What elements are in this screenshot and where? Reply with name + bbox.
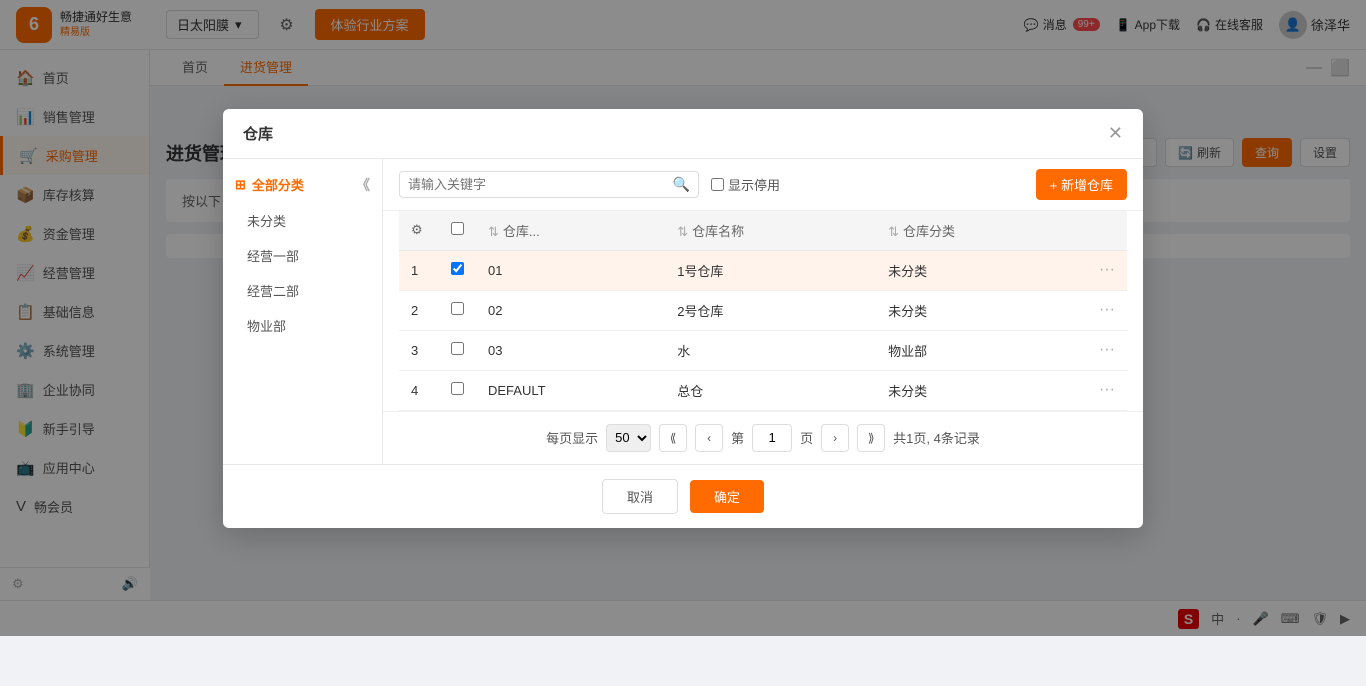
row-num: 1 — [399, 250, 439, 290]
row-checkbox[interactable] — [451, 382, 464, 395]
row-name: 1号仓库 — [665, 250, 876, 290]
modal-toolbar: 🔍 显示停用 + 新增仓库 — [383, 159, 1143, 211]
cancel-button[interactable]: 取消 — [602, 479, 678, 514]
row-num: 3 — [399, 330, 439, 370]
row-name: 2号仓库 — [665, 290, 876, 330]
row-more[interactable]: ··· — [1087, 250, 1127, 290]
th-checkbox[interactable] — [439, 211, 476, 251]
table-header-row: ⚙ ⇅仓库... ⇅仓库名称 ⇅仓库分类 — [399, 211, 1127, 251]
page-label: 第 — [731, 428, 744, 447]
more-icon[interactable]: ··· — [1099, 261, 1115, 278]
row-checkbox[interactable] — [451, 302, 464, 315]
row-category: 物业部 — [876, 330, 1087, 370]
row-more[interactable]: ··· — [1087, 330, 1127, 370]
row-code: 03 — [476, 330, 665, 370]
modal-overlay: 仓库 ✕ ⊞ 全部分类 《 未分类 经营一部 经营二部 物业部 — [0, 0, 1366, 636]
settings-col-icon: ⚙ — [411, 222, 423, 237]
warehouse-table-element: ⚙ ⇅仓库... ⇅仓库名称 ⇅仓库分类 — [399, 211, 1127, 411]
row-name: 总仓 — [665, 370, 876, 410]
table-row[interactable]: 4 DEFAULT 总仓 未分类 ··· — [399, 370, 1127, 410]
search-input[interactable] — [408, 177, 673, 192]
modal-main: 🔍 显示停用 + 新增仓库 ⚙ — [383, 159, 1143, 464]
total-info: 共1页, 4条记录 — [893, 428, 980, 447]
page-number-input[interactable] — [752, 424, 792, 452]
warehouse-table: ⚙ ⇅仓库... ⇅仓库名称 ⇅仓库分类 — [383, 211, 1143, 411]
row-checkbox[interactable] — [451, 262, 464, 275]
row-code: 01 — [476, 250, 665, 290]
more-icon[interactable]: ··· — [1099, 301, 1115, 318]
search-icon[interactable]: 🔍 — [673, 176, 690, 193]
row-num: 2 — [399, 290, 439, 330]
modal-close-button[interactable]: ✕ — [1108, 124, 1123, 142]
page-size-select[interactable]: 50 — [606, 424, 651, 452]
category-item-unclassified[interactable]: 未分类 — [223, 203, 382, 238]
row-checkbox-cell[interactable] — [439, 250, 476, 290]
row-checkbox-cell[interactable] — [439, 330, 476, 370]
sort-icon-name: ⇅ — [677, 224, 688, 239]
category-item-dept2[interactable]: 经营二部 — [223, 273, 382, 308]
warehouse-modal: 仓库 ✕ ⊞ 全部分类 《 未分类 经营一部 经营二部 物业部 — [223, 109, 1143, 528]
last-page-button[interactable]: ⟫ — [857, 424, 885, 452]
row-more[interactable]: ··· — [1087, 290, 1127, 330]
row-category: 未分类 — [876, 250, 1087, 290]
row-category: 未分类 — [876, 290, 1087, 330]
th-warehouse-category[interactable]: ⇅仓库分类 — [876, 211, 1087, 251]
modal-title: 仓库 — [243, 123, 273, 144]
more-icon[interactable]: ··· — [1099, 341, 1115, 358]
row-num: 4 — [399, 370, 439, 410]
page-unit: 页 — [800, 428, 813, 447]
modal-pagination: 每页显示 50 ⟪ ‹ 第 页 › ⟫ 共1页, 4条记录 — [383, 411, 1143, 464]
table-row[interactable]: 2 02 2号仓库 未分类 ··· — [399, 290, 1127, 330]
row-code: 02 — [476, 290, 665, 330]
show-disabled-checkbox[interactable]: 显示停用 — [711, 175, 780, 194]
prev-page-button[interactable]: ‹ — [695, 424, 723, 452]
collapse-button[interactable]: 《 — [356, 175, 370, 195]
new-warehouse-button[interactable]: + 新增仓库 — [1036, 169, 1127, 200]
row-code: DEFAULT — [476, 370, 665, 410]
table-row[interactable]: 1 01 1号仓库 未分类 ··· — [399, 250, 1127, 290]
category-sidebar: ⊞ 全部分类 《 未分类 经营一部 经营二部 物业部 — [223, 159, 383, 464]
row-checkbox-cell[interactable] — [439, 290, 476, 330]
table-row[interactable]: 3 03 水 物业部 ··· — [399, 330, 1127, 370]
modal-footer: 取消 确定 — [223, 464, 1143, 528]
row-name: 水 — [665, 330, 876, 370]
row-category: 未分类 — [876, 370, 1087, 410]
th-settings[interactable]: ⚙ — [399, 211, 439, 251]
row-checkbox[interactable] — [451, 342, 464, 355]
modal-header: 仓库 ✕ — [223, 109, 1143, 159]
grid-icon: ⊞ — [235, 177, 246, 193]
row-more[interactable]: ··· — [1087, 370, 1127, 410]
category-item-property[interactable]: 物业部 — [223, 308, 382, 343]
select-all-checkbox[interactable] — [451, 222, 464, 235]
th-actions — [1087, 211, 1127, 251]
th-warehouse-name[interactable]: ⇅仓库名称 — [665, 211, 876, 251]
category-item-dept1[interactable]: 经营一部 — [223, 238, 382, 273]
modal-body: ⊞ 全部分类 《 未分类 经营一部 经营二部 物业部 🔍 — [223, 159, 1143, 464]
search-input-wrap: 🔍 — [399, 171, 699, 198]
all-categories-header[interactable]: ⊞ 全部分类 《 — [223, 167, 382, 203]
th-warehouse-code[interactable]: ⇅仓库... — [476, 211, 665, 251]
more-icon[interactable]: ··· — [1099, 381, 1115, 398]
sort-icon-category: ⇅ — [888, 224, 899, 239]
row-checkbox-cell[interactable] — [439, 370, 476, 410]
next-page-button[interactable]: › — [821, 424, 849, 452]
sort-icon-code: ⇅ — [488, 224, 499, 239]
first-page-button[interactable]: ⟪ — [659, 424, 687, 452]
confirm-button[interactable]: 确定 — [690, 480, 764, 513]
show-disabled-check[interactable] — [711, 178, 724, 191]
